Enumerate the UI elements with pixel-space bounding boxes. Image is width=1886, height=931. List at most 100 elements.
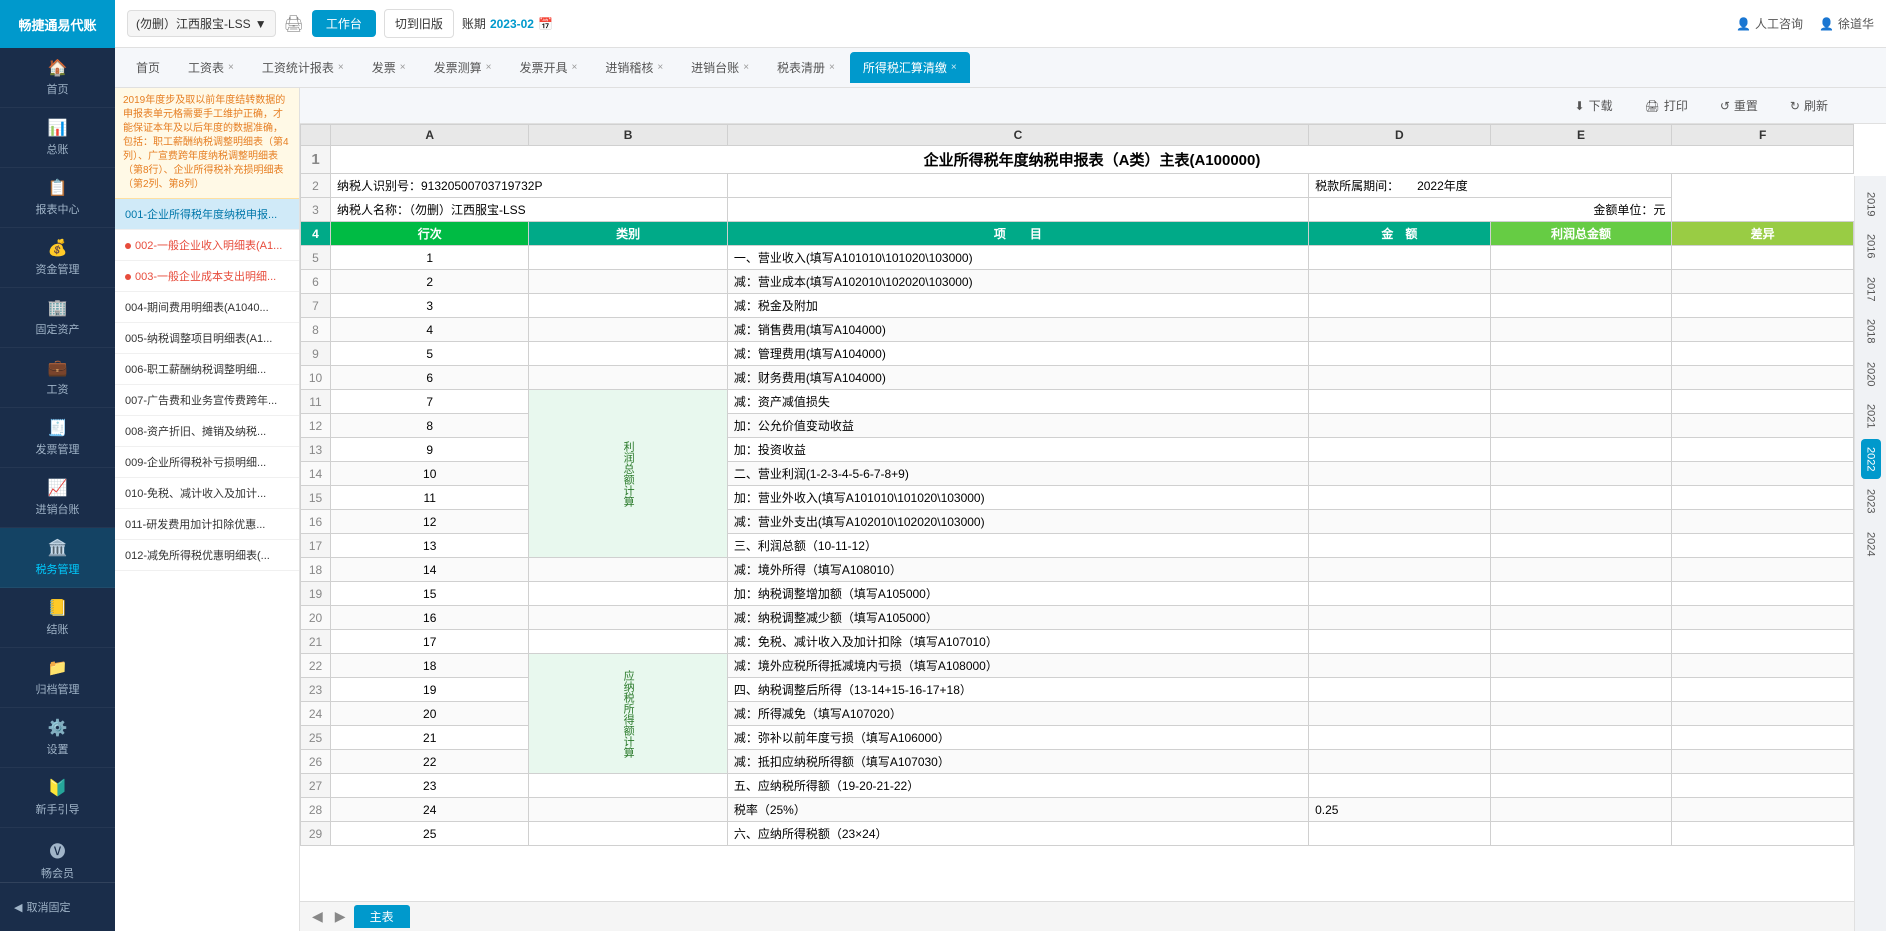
form-list-item-012[interactable]: 012-减免所得税优惠明细表(... — [115, 540, 299, 571]
year-item-2020[interactable]: 2020 — [1861, 354, 1881, 394]
diff-cell-16[interactable] — [1672, 630, 1854, 654]
diff-cell-5[interactable] — [1672, 366, 1854, 390]
diff-cell-21[interactable] — [1672, 750, 1854, 774]
year-item-2017[interactable]: 2017 — [1861, 269, 1881, 309]
tab-发票开具[interactable]: 发票开具× — [506, 52, 590, 83]
tab-close-icon[interactable]: × — [657, 62, 663, 73]
amount-cell-20[interactable] — [1309, 726, 1491, 750]
tab-工资统计报表[interactable]: 工资统计报表× — [249, 52, 357, 83]
profit-cell-10[interactable] — [1490, 486, 1672, 510]
profit-cell-16[interactable] — [1490, 630, 1672, 654]
diff-cell-24[interactable] — [1672, 822, 1854, 846]
amount-cell-6[interactable] — [1309, 390, 1491, 414]
amount-cell-15[interactable] — [1309, 606, 1491, 630]
profit-cell-4[interactable] — [1490, 342, 1672, 366]
amount-cell-11[interactable] — [1309, 510, 1491, 534]
diff-cell-15[interactable] — [1672, 606, 1854, 630]
diff-cell-8[interactable] — [1672, 438, 1854, 462]
amount-cell-5[interactable] — [1309, 366, 1491, 390]
unpin-button[interactable]: ◀ 取消固定 — [10, 893, 105, 921]
form-list-item-006[interactable]: 006-职工薪酬纳税调整明细... — [115, 354, 299, 385]
form-list-item-001[interactable]: 001-企业所得税年度纳税申报... — [115, 199, 299, 230]
diff-cell-2[interactable] — [1672, 294, 1854, 318]
tab-首页[interactable]: 首页 — [123, 52, 173, 83]
profit-cell-11[interactable] — [1490, 510, 1672, 534]
form-list-item-009[interactable]: 009-企业所得税补亏损明细... — [115, 447, 299, 478]
sidebar-item-结账[interactable]: 📒结账 — [0, 588, 115, 648]
sidebar-item-报表中心[interactable]: 📋报表中心 — [0, 168, 115, 228]
tab-close-icon[interactable]: × — [338, 62, 344, 73]
tab-close-icon[interactable]: × — [400, 62, 406, 73]
form-list-item-010[interactable]: 010-免税、减计收入及加计... — [115, 478, 299, 509]
diff-cell-19[interactable] — [1672, 702, 1854, 726]
form-list-item-011[interactable]: 011-研发费用加计扣除优惠... — [115, 509, 299, 540]
diff-cell-4[interactable] — [1672, 342, 1854, 366]
tab-close-icon[interactable]: × — [829, 62, 835, 73]
diff-cell-20[interactable] — [1672, 726, 1854, 750]
profit-cell-21[interactable] — [1490, 750, 1672, 774]
sidebar-item-发票管理[interactable]: 🧾发票管理 — [0, 408, 115, 468]
profit-cell-24[interactable] — [1490, 822, 1672, 846]
diff-cell-12[interactable] — [1672, 534, 1854, 558]
diff-cell-22[interactable] — [1672, 774, 1854, 798]
amount-cell-23[interactable]: 0.25 — [1309, 798, 1491, 822]
profit-cell-15[interactable] — [1490, 606, 1672, 630]
amount-cell-19[interactable] — [1309, 702, 1491, 726]
sidebar-item-固定资产[interactable]: 🏢固定资产 — [0, 288, 115, 348]
profit-cell-13[interactable] — [1490, 558, 1672, 582]
amount-cell-12[interactable] — [1309, 534, 1491, 558]
tab-close-icon[interactable]: × — [486, 62, 492, 73]
diff-cell-7[interactable] — [1672, 414, 1854, 438]
tab-所得税汇算清缴[interactable]: 所得税汇算清缴× — [850, 52, 970, 83]
workbench-button[interactable]: 工作台 — [312, 10, 376, 37]
diff-cell-1[interactable] — [1672, 270, 1854, 294]
tab-进销台账[interactable]: 进销台账× — [678, 52, 762, 83]
diff-cell-11[interactable] — [1672, 510, 1854, 534]
diff-cell-18[interactable] — [1672, 678, 1854, 702]
profit-cell-2[interactable] — [1490, 294, 1672, 318]
sidebar-item-进销台账[interactable]: 📈进销台账 — [0, 468, 115, 528]
amount-cell-7[interactable] — [1309, 414, 1491, 438]
amount-cell-21[interactable] — [1309, 750, 1491, 774]
profit-cell-23[interactable] — [1490, 798, 1672, 822]
sheet-tab-main[interactable]: 主表 — [354, 905, 410, 928]
profit-cell-14[interactable] — [1490, 582, 1672, 606]
diff-cell-17[interactable] — [1672, 654, 1854, 678]
year-item-2016[interactable]: 2016 — [1861, 226, 1881, 266]
refresh-button[interactable]: ↻ 刷新 — [1782, 93, 1836, 118]
sidebar-item-归档管理[interactable]: 📁归档管理 — [0, 648, 115, 708]
reset-button[interactable]: ↺ 重置 — [1712, 93, 1766, 118]
year-item-2019[interactable]: 2019 — [1861, 184, 1881, 224]
profit-cell-20[interactable] — [1490, 726, 1672, 750]
company-selector[interactable]: (勿删）江西服宝-LSS ▼ — [127, 10, 276, 37]
tab-close-icon[interactable]: × — [571, 62, 577, 73]
year-item-2023[interactable]: 2023 — [1861, 481, 1881, 521]
download-button[interactable]: ⬇ 下载 — [1567, 93, 1621, 118]
amount-cell-24[interactable] — [1309, 822, 1491, 846]
tab-进销稽核[interactable]: 进销稽核× — [592, 52, 676, 83]
year-item-2021[interactable]: 2021 — [1861, 396, 1881, 436]
form-list-item-007[interactable]: 007-广告费和业务宣传费跨年... — [115, 385, 299, 416]
tab-close-icon[interactable]: × — [743, 62, 749, 73]
tab-工资表[interactable]: 工资表× — [175, 52, 247, 83]
amount-cell-3[interactable] — [1309, 318, 1491, 342]
form-list-item-004[interactable]: 004-期间费用明细表(A1040... — [115, 292, 299, 323]
amount-cell-4[interactable] — [1309, 342, 1491, 366]
print-button[interactable]: 🖨 打印 — [1637, 93, 1696, 118]
amount-cell-2[interactable] — [1309, 294, 1491, 318]
amount-cell-8[interactable] — [1309, 438, 1491, 462]
sheet-nav-left[interactable]: ◀ — [308, 906, 327, 927]
profit-cell-6[interactable] — [1490, 390, 1672, 414]
diff-cell-6[interactable] — [1672, 390, 1854, 414]
profit-cell-7[interactable] — [1490, 414, 1672, 438]
form-list-item-005[interactable]: 005-纳税调整项目明细表(A1... — [115, 323, 299, 354]
amount-cell-9[interactable] — [1309, 462, 1491, 486]
diff-cell-14[interactable] — [1672, 582, 1854, 606]
diff-cell-23[interactable] — [1672, 798, 1854, 822]
profit-cell-17[interactable] — [1490, 654, 1672, 678]
switch-version-button[interactable]: 切到旧版 — [384, 9, 454, 38]
sidebar-item-资金管理[interactable]: 💰资金管理 — [0, 228, 115, 288]
amount-cell-16[interactable] — [1309, 630, 1491, 654]
diff-cell-9[interactable] — [1672, 462, 1854, 486]
amount-cell-10[interactable] — [1309, 486, 1491, 510]
